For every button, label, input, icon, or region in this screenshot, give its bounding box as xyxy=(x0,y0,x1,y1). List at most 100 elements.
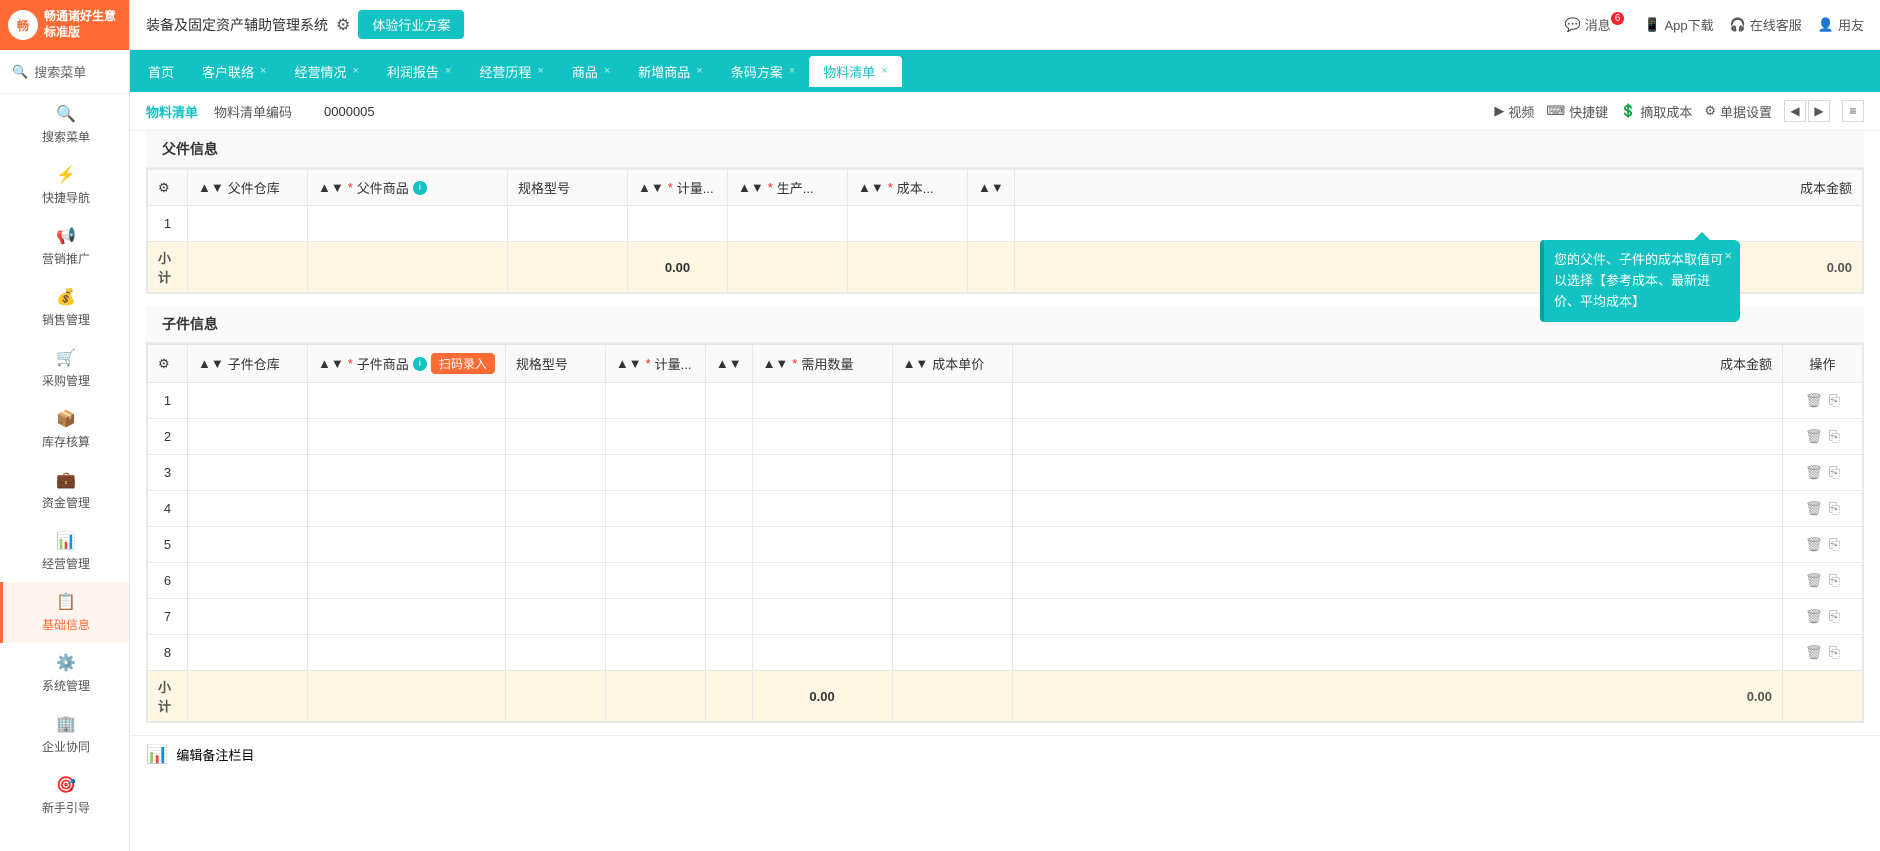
single-settings-button[interactable]: ⚙ 单据设置 xyxy=(1704,102,1772,121)
child-qty-cell-4[interactable] xyxy=(752,491,892,527)
child-unit-cell-1[interactable] xyxy=(605,383,705,419)
tab-close-operations[interactable]: × xyxy=(352,65,358,77)
child-unit-cell-5[interactable] xyxy=(605,527,705,563)
child-unit-cell-6[interactable] xyxy=(605,563,705,599)
tab-close-customer[interactable]: × xyxy=(260,65,266,77)
child-unit-cell-8[interactable] xyxy=(605,635,705,671)
delete-row-5[interactable]: 🗑 xyxy=(1805,536,1823,553)
child-spec-cell-6[interactable] xyxy=(505,563,605,599)
tab-close-new-goods[interactable]: × xyxy=(696,65,702,77)
child-unitcost-cell-6[interactable] xyxy=(892,563,1012,599)
child-goods-cell-6[interactable] xyxy=(308,563,506,599)
delete-row-2[interactable]: 🗑 xyxy=(1805,428,1823,445)
child-unitcost-cell-8[interactable] xyxy=(892,635,1012,671)
settings-button[interactable]: ⚙ xyxy=(336,15,350,35)
child-warehouse-cell-5[interactable] xyxy=(188,527,308,563)
delete-row-6[interactable]: 🗑 xyxy=(1805,572,1823,589)
delete-row-3[interactable]: 🗑 xyxy=(1805,464,1823,481)
copy-row-5[interactable]: ⎘ xyxy=(1829,536,1840,553)
copy-row-3[interactable]: ⎘ xyxy=(1829,464,1840,481)
child-goods-cell-4[interactable] xyxy=(308,491,506,527)
child-col-settings[interactable]: ⚙ xyxy=(148,345,188,383)
child-warehouse-cell-8[interactable] xyxy=(188,635,308,671)
child-warehouse-cell-3[interactable] xyxy=(188,455,308,491)
sidebar-item-inventory[interactable]: 📦库存核算 xyxy=(0,399,129,460)
copy-row-4[interactable]: ⎘ xyxy=(1829,500,1840,517)
child-qty-cell-7[interactable] xyxy=(752,599,892,635)
parent-spec-cell[interactable] xyxy=(508,206,628,242)
shortcut-button[interactable]: ⌨ 快捷键 xyxy=(1546,102,1608,121)
experience-button[interactable]: 体验行业方案 xyxy=(358,10,464,39)
child-qty-cell-1[interactable] xyxy=(752,383,892,419)
prev-record-button[interactable]: ◀ xyxy=(1784,100,1806,122)
delete-row-4[interactable]: 🗑 xyxy=(1805,500,1823,517)
child-spec-cell-5[interactable] xyxy=(505,527,605,563)
sidebar-item-enterprise[interactable]: 🏢企业协同 xyxy=(0,704,129,765)
breadcrumb-bom[interactable]: 物料清单 xyxy=(146,102,198,121)
sidebar-item-system[interactable]: ⚙️系统管理 xyxy=(0,643,129,704)
copy-row-7[interactable]: ⎘ xyxy=(1829,608,1840,625)
sidebar-item-operations[interactable]: 📊经营管理 xyxy=(0,521,129,582)
child-warehouse-cell-7[interactable] xyxy=(188,599,308,635)
copy-row-1[interactable]: ⎘ xyxy=(1829,392,1840,409)
copy-row-6[interactable]: ⎘ xyxy=(1829,572,1840,589)
child-goods-cell-2[interactable] xyxy=(308,419,506,455)
child-unit-cell-2[interactable] xyxy=(605,419,705,455)
tab-new-goods[interactable]: 新增商品× xyxy=(624,56,716,87)
app-download-action[interactable]: 📱 App下载 xyxy=(1644,15,1713,34)
delete-row-7[interactable]: 🗑 xyxy=(1805,608,1823,625)
sidebar-item-purchase[interactable]: 🛒采购管理 xyxy=(0,338,129,399)
child-unitcost-cell-5[interactable] xyxy=(892,527,1012,563)
child-goods-info-icon[interactable]: i xyxy=(413,357,427,371)
message-action[interactable]: 💬 消息 6 xyxy=(1565,15,1629,34)
sidebar-item-search[interactable]: 🔍搜索菜单 xyxy=(0,94,129,155)
parent-produce-cell[interactable] xyxy=(728,206,848,242)
child-goods-cell-7[interactable] xyxy=(308,599,506,635)
sidebar-item-guide[interactable]: 🎯新手引导 xyxy=(0,765,129,826)
sidebar-item-finance[interactable]: 💼资金管理 xyxy=(0,460,129,521)
child-goods-cell-1[interactable] xyxy=(308,383,506,419)
tab-close-goods[interactable]: × xyxy=(604,65,610,77)
child-spec-cell-2[interactable] xyxy=(505,419,605,455)
child-unit-cell-3[interactable] xyxy=(605,455,705,491)
sidebar-item-marketing[interactable]: 📢营销推广 xyxy=(0,216,129,277)
tab-bom[interactable]: 物料清单× xyxy=(809,56,901,87)
tab-customer[interactable]: 客户联络× xyxy=(188,56,280,87)
child-goods-cell-8[interactable] xyxy=(308,635,506,671)
menu-button[interactable]: ≡ xyxy=(1842,100,1864,122)
sidebar-item-quick-nav[interactable]: ⚡快捷导航 xyxy=(0,155,129,216)
tab-close-bom[interactable]: × xyxy=(881,65,887,77)
child-qty-cell-5[interactable] xyxy=(752,527,892,563)
child-warehouse-cell-2[interactable] xyxy=(188,419,308,455)
sidebar-item-basic-info[interactable]: 📋基础信息 xyxy=(0,582,129,643)
child-goods-cell-3[interactable] xyxy=(308,455,506,491)
child-spec-cell-7[interactable] xyxy=(505,599,605,635)
child-warehouse-cell-6[interactable] xyxy=(188,563,308,599)
sidebar-item-sales[interactable]: 💰销售管理 xyxy=(0,277,129,338)
child-qty-cell-3[interactable] xyxy=(752,455,892,491)
child-qty-cell-2[interactable] xyxy=(752,419,892,455)
child-unitcost-cell-2[interactable] xyxy=(892,419,1012,455)
tab-operations[interactable]: 经营情况× xyxy=(280,56,372,87)
online-service-action[interactable]: 🎧 在线客服 xyxy=(1730,15,1802,34)
child-qty-cell-6[interactable] xyxy=(752,563,892,599)
tab-close-barcode[interactable]: × xyxy=(789,65,795,77)
child-unitcost-cell-7[interactable] xyxy=(892,599,1012,635)
copy-row-8[interactable]: ⎘ xyxy=(1829,644,1840,661)
parent-warehouse-cell[interactable] xyxy=(188,206,308,242)
tab-home[interactable]: 首页 xyxy=(134,56,188,87)
delete-row-8[interactable]: 🗑 xyxy=(1805,644,1823,661)
tab-barcode[interactable]: 条码方案× xyxy=(717,56,809,87)
child-unitcost-cell-1[interactable] xyxy=(892,383,1012,419)
user-action[interactable]: 👤 用友 xyxy=(1818,15,1864,34)
parent-col-settings[interactable]: ⚙ xyxy=(148,170,188,206)
copy-row-2[interactable]: ⎘ xyxy=(1829,428,1840,445)
child-spec-cell-4[interactable] xyxy=(505,491,605,527)
child-goods-cell-5[interactable] xyxy=(308,527,506,563)
parent-cost-cell[interactable] xyxy=(848,206,968,242)
scan-input-button[interactable]: 扫码录入 xyxy=(431,353,495,374)
parent-goods-info-icon[interactable]: i xyxy=(413,181,427,195)
tab-goods[interactable]: 商品× xyxy=(558,56,624,87)
delete-row-1[interactable]: 🗑 xyxy=(1805,392,1823,409)
cost-extract-button[interactable]: 💲 摘取成本 xyxy=(1620,102,1692,121)
